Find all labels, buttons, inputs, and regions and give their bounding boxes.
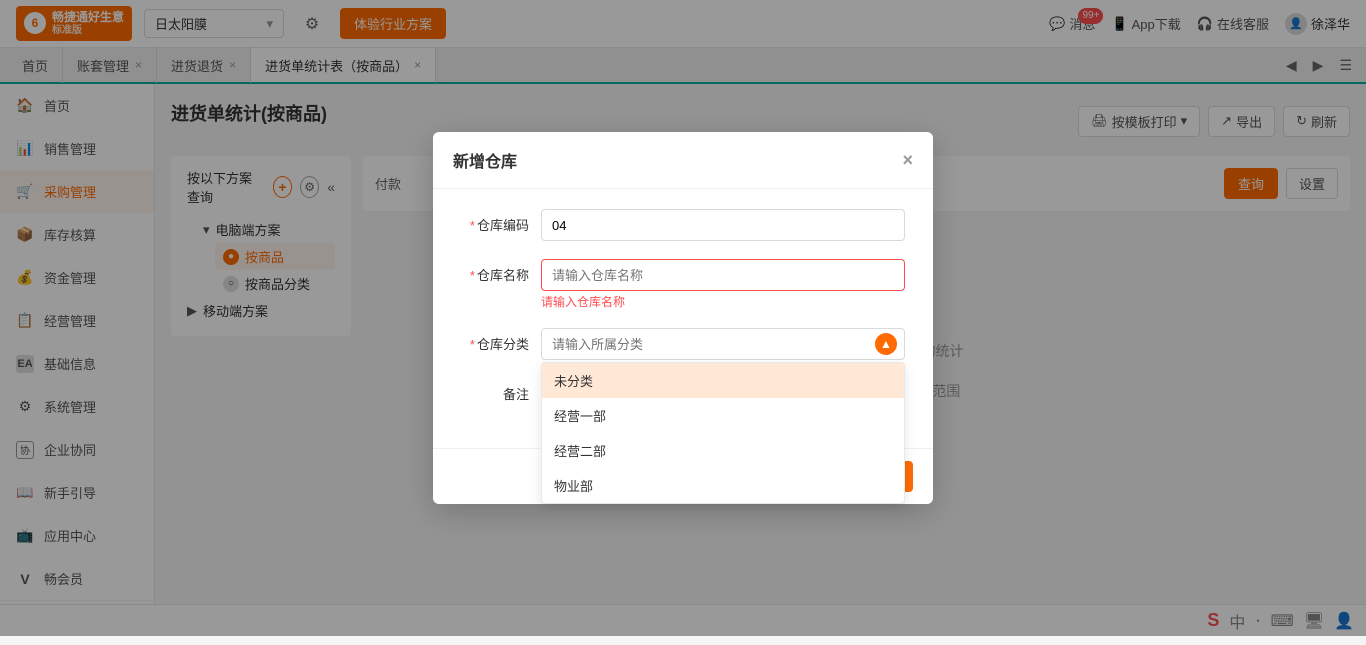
- dropdown-item-property[interactable]: 物业部: [542, 468, 904, 503]
- name-error-msg: 请输入仓库名称: [541, 293, 905, 310]
- name-input[interactable]: [541, 259, 905, 291]
- category-field: ▲ 未分类 经营一部 经营二部 物业部: [541, 328, 905, 360]
- notes-label: 备注: [461, 378, 541, 403]
- dropdown-item-dept2[interactable]: 经营二部: [542, 433, 904, 468]
- category-label: *仓库分类: [461, 328, 541, 353]
- category-input[interactable]: [541, 328, 905, 360]
- code-label: *仓库编码: [461, 209, 541, 234]
- code-field: [541, 209, 905, 241]
- category-dropdown: 未分类 经营一部 经营二部 物业部: [541, 362, 905, 504]
- code-input[interactable]: [541, 209, 905, 241]
- name-row: *仓库名称 请输入仓库名称: [461, 259, 905, 310]
- category-row: *仓库分类 ▲ 未分类 经营一部 经营二部 物业部: [461, 328, 905, 360]
- modal-header: 新增仓库 ×: [433, 132, 933, 189]
- new-warehouse-modal: 新增仓库 × *仓库编码 *仓库名称 请输入仓库名称: [433, 132, 933, 504]
- name-field: 请输入仓库名称: [541, 259, 905, 310]
- modal-overlay: 新增仓库 × *仓库编码 *仓库名称 请输入仓库名称: [0, 0, 1366, 636]
- category-arrow-button[interactable]: ▲: [875, 333, 897, 355]
- name-label: *仓库名称: [461, 259, 541, 284]
- code-row: *仓库编码: [461, 209, 905, 241]
- modal-title: 新增仓库: [453, 148, 517, 172]
- modal-close-button[interactable]: ×: [902, 151, 913, 169]
- dropdown-item-unclassified[interactable]: 未分类: [542, 363, 904, 398]
- modal-body: *仓库编码 *仓库名称 请输入仓库名称 *仓库分类: [433, 189, 933, 448]
- dropdown-item-dept1[interactable]: 经营一部: [542, 398, 904, 433]
